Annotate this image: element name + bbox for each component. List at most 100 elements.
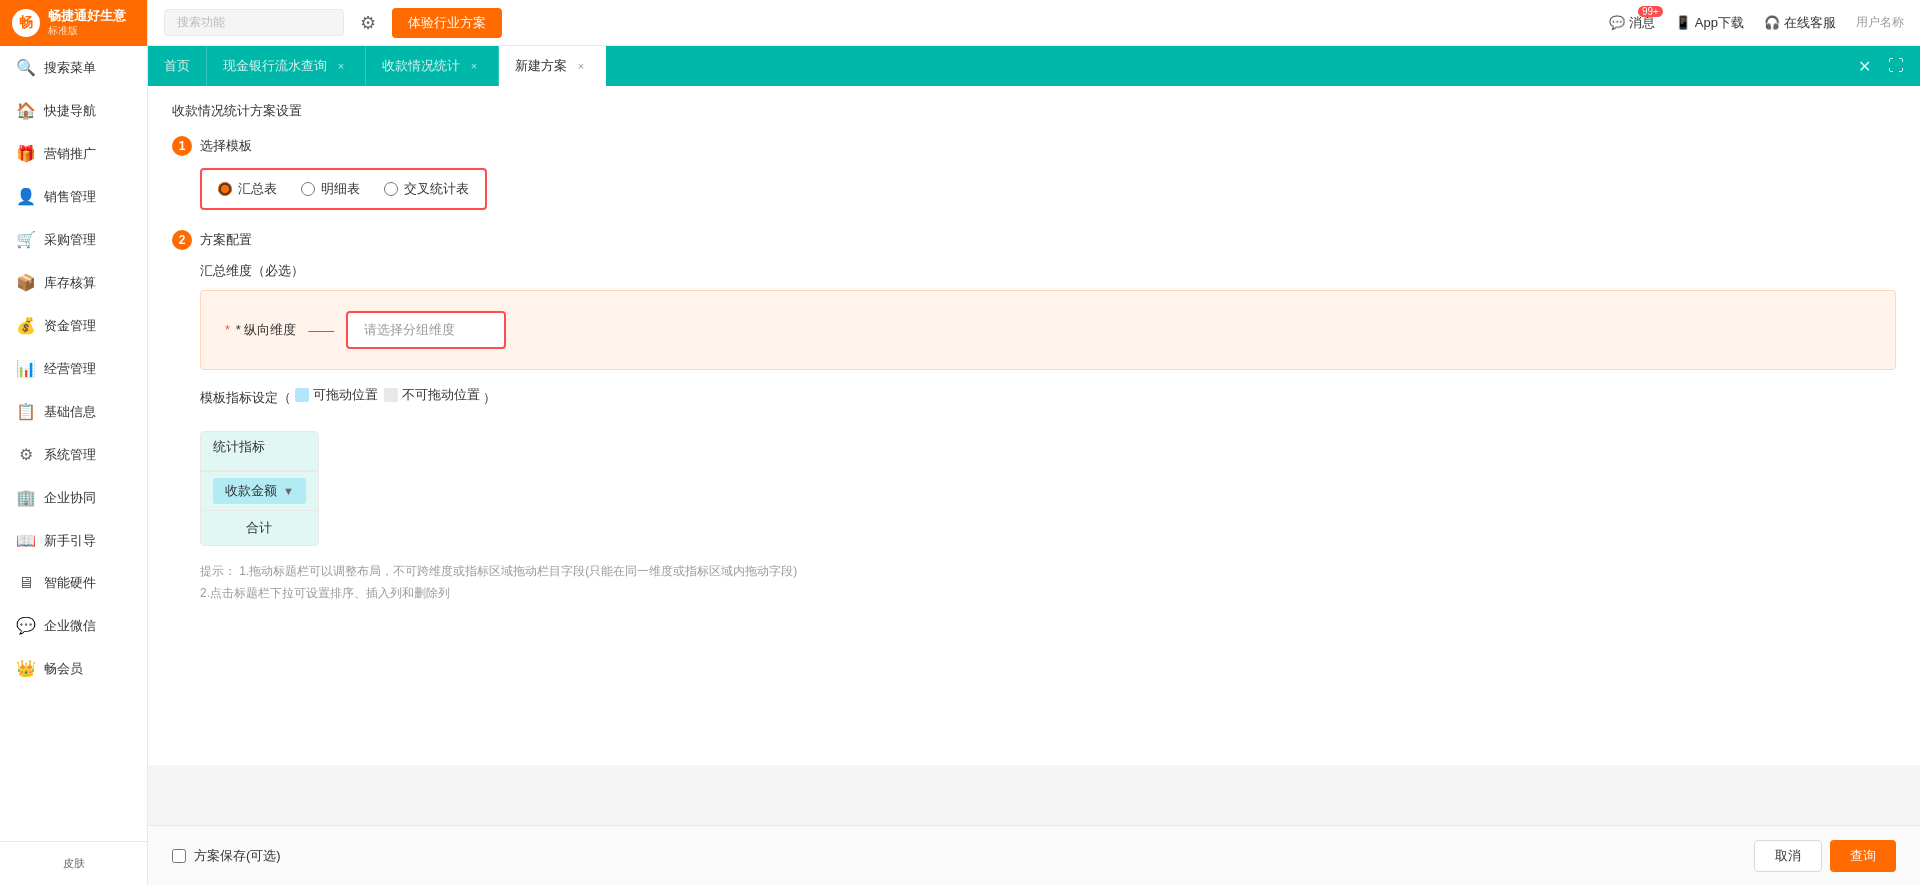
radio-cross-input[interactable]: [384, 182, 398, 196]
metrics-subtotal: 合计: [201, 510, 318, 545]
page-inner: 收款情况统计方案设置 1 选择模板 汇总表 明细表: [148, 86, 1920, 765]
sidebar-item-purchase[interactable]: 🛒 采购管理: [0, 218, 147, 261]
movable-dot: [295, 388, 309, 402]
tab-receipt-stat-label: 收款情况统计: [382, 57, 460, 75]
header-search: 搜索功能: [164, 9, 344, 36]
gift-icon: 🎁: [16, 144, 36, 163]
radio-detail[interactable]: 明细表: [301, 180, 360, 198]
sidebar-item-member[interactable]: 👑 畅会员: [0, 647, 147, 690]
page-content: 收款情况统计方案设置 1 选择模板 汇总表 明细表: [148, 86, 1920, 825]
step1-title: 选择模板: [200, 137, 252, 155]
message-icon: 💬: [1609, 15, 1625, 30]
radio-detail-label: 明细表: [321, 180, 360, 198]
download-label: App下载: [1695, 14, 1744, 32]
dimension-row: * * 纵向维度 —— 请选择分组维度: [225, 311, 1871, 349]
dropdown-icon[interactable]: ▼: [283, 485, 294, 497]
sidebar-item-marketing[interactable]: 🎁 营销推广: [0, 132, 147, 175]
metrics-header-row: 模板指标设定（ 可拖动位置 不可拖动位置: [200, 386, 1896, 415]
query-button[interactable]: 查询: [1830, 840, 1896, 872]
tab-bank-flow-close[interactable]: ×: [333, 58, 349, 74]
search-menu-icon: 🔍: [16, 58, 36, 77]
movable-hint: 可拖动位置: [295, 386, 378, 404]
dimension-selector[interactable]: 请选择分组维度: [346, 311, 506, 349]
service-icon: 🎧: [1764, 15, 1780, 30]
step2-badge: 2: [172, 230, 192, 250]
hint-2: 2.点击标题栏下拉可设置排序、插入列和删除列: [200, 583, 1896, 605]
message-item[interactable]: 💬 消息 99+: [1609, 14, 1655, 32]
metrics-section-title: 模板指标设定（ 可拖动位置 不可拖动位置: [200, 386, 496, 407]
download-icon: 📱: [1675, 15, 1691, 30]
radio-detail-input[interactable]: [301, 182, 315, 196]
trial-button[interactable]: 体验行业方案: [392, 8, 502, 38]
radio-summary-input[interactable]: [218, 182, 232, 196]
tabbar: 首页 现金银行流水查询 × 收款情况统计 × 新建方案 × ✕ ⛶: [148, 46, 1920, 86]
sidebar-item-guide[interactable]: 📖 新手引导: [0, 519, 147, 562]
sidebar-item-search[interactable]: 🔍 搜索菜单: [0, 46, 147, 89]
tab-new-plan-close[interactable]: ×: [573, 58, 589, 74]
sidebar-item-inventory[interactable]: 📦 库存核算: [0, 261, 147, 304]
tab-receipt-stat-close[interactable]: ×: [466, 58, 482, 74]
step2-header: 2 方案配置: [172, 230, 1896, 250]
close-all-icon[interactable]: ✕: [1852, 54, 1876, 78]
sidebar-logo: 畅 畅捷通好生意 标准版: [0, 0, 147, 46]
header-right: 💬 消息 99+ 📱 App下载 🎧 在线客服 用户名称: [1609, 14, 1904, 32]
home-icon: 🏠: [16, 101, 36, 120]
download-item[interactable]: 📱 App下载: [1675, 14, 1744, 32]
hints-area: 提示： 1.拖动标题栏可以调整布局，不可跨维度或指标区域拖动栏目字段(只能在同一…: [200, 561, 1896, 604]
clipboard-icon: 📋: [16, 402, 36, 421]
person-icon: 👤: [16, 187, 36, 206]
metrics-section: 模板指标设定（ 可拖动位置 不可拖动位置: [200, 386, 1896, 549]
arrow-icon: ——: [308, 323, 334, 338]
tab-home[interactable]: 首页: [148, 46, 207, 86]
sidebar-item-system[interactable]: ⚙ 系统管理: [0, 433, 147, 476]
sidebar-item-basic[interactable]: 📋 基础信息: [0, 390, 147, 433]
save-checkbox[interactable]: [172, 849, 186, 863]
maximize-icon[interactable]: ⛶: [1884, 54, 1908, 78]
cancel-button[interactable]: 取消: [1754, 840, 1822, 872]
step2-section: 2 方案配置 汇总维度（必选） * * 纵向维度 ——: [172, 230, 1896, 604]
skin-btn[interactable]: 皮肤: [8, 850, 139, 877]
step1-section: 1 选择模板 汇总表 明细表: [172, 136, 1896, 210]
sidebar-item-corp[interactable]: 🏢 企业协同: [0, 476, 147, 519]
step2-title: 方案配置: [200, 231, 252, 249]
template-selection: 汇总表 明细表 交叉统计表: [200, 168, 487, 210]
tab-home-label: 首页: [164, 57, 190, 75]
tab-bank-flow[interactable]: 现金银行流水查询 ×: [207, 46, 366, 86]
sidebar: 畅 畅捷通好生意 标准版 🔍 搜索菜单 🏠 快捷导航 🎁 营销推广 👤 销售管理…: [0, 0, 148, 885]
metric-tag-row: 收款金额 ▼: [201, 471, 318, 510]
page-footer: 方案保存(可选) 取消 查询: [148, 825, 1920, 885]
sidebar-bottom: 皮肤: [0, 841, 147, 885]
book-icon: 📖: [16, 531, 36, 550]
gear-icon[interactable]: ⚙: [360, 12, 376, 34]
tab-bank-flow-label: 现金银行流水查询: [223, 57, 327, 75]
building-icon: 🏢: [16, 488, 36, 507]
page-title: 收款情况统计方案设置: [172, 102, 1896, 120]
radio-cross[interactable]: 交叉统计表: [384, 180, 469, 198]
radio-summary-label: 汇总表: [238, 180, 277, 198]
service-item[interactable]: 🎧 在线客服: [1764, 14, 1836, 32]
logo-text: 畅捷通好生意 标准版: [48, 8, 126, 38]
metric-tag-amount[interactable]: 收款金额 ▼: [213, 478, 306, 504]
tab-new-plan[interactable]: 新建方案 ×: [499, 46, 606, 86]
sidebar-item-finance[interactable]: 💰 资金管理: [0, 304, 147, 347]
sidebar-item-quick-nav[interactable]: 🏠 快捷导航: [0, 89, 147, 132]
sidebar-item-sales[interactable]: 👤 销售管理: [0, 175, 147, 218]
dimension-area: * * 纵向维度 —— 请选择分组维度: [200, 290, 1896, 370]
fixed-dot: [384, 388, 398, 402]
message-badge: 99+: [1638, 6, 1663, 17]
chat-icon: 💬: [16, 616, 36, 635]
cart-icon: 🛒: [16, 230, 36, 249]
radio-summary[interactable]: 汇总表: [218, 180, 277, 198]
radio-cross-label: 交叉统计表: [404, 180, 469, 198]
logo-icon: 畅: [12, 9, 40, 37]
sidebar-item-wechat[interactable]: 💬 企业微信: [0, 604, 147, 647]
sidebar-item-operation[interactable]: 📊 经营管理: [0, 347, 147, 390]
tab-receipt-stat[interactable]: 收款情况统计 ×: [366, 46, 499, 86]
tabbar-actions: ✕ ⛶: [1852, 54, 1920, 78]
save-label: 方案保存(可选): [194, 847, 281, 865]
chart-icon: 📊: [16, 359, 36, 378]
box-icon: 📦: [16, 273, 36, 292]
tab-new-plan-label: 新建方案: [515, 57, 567, 75]
metrics-table-wrapper: 统计指标 收款金额 ▼ 合计: [200, 431, 319, 546]
sidebar-item-hardware[interactable]: 🖥 智能硬件: [0, 562, 147, 604]
